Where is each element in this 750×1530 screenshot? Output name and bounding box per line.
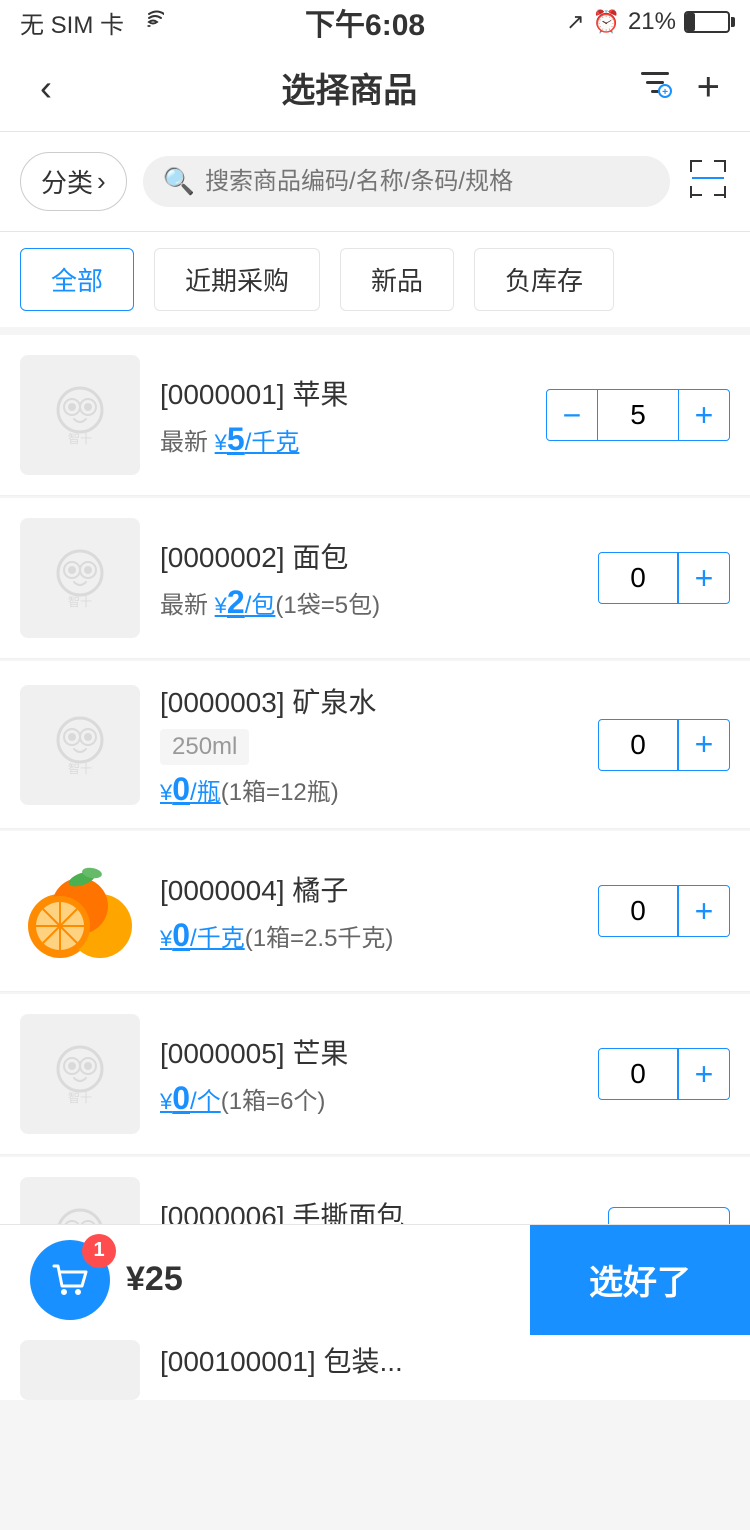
product-image: 智十 [20, 518, 140, 638]
svg-text:智十: 智十 [68, 594, 92, 609]
search-bar: 分类 › 🔍 [0, 132, 750, 232]
product-name: [0000001] 苹果 [160, 373, 526, 413]
product-image [20, 851, 140, 971]
svg-text:智十: 智十 [68, 431, 92, 446]
product-price: ¥0/瓶(1箱=12瓶) [160, 771, 578, 808]
owl-placeholder-icon: 智十 [40, 538, 120, 618]
product-price: 最新 ¥5/千克 [160, 421, 526, 458]
product-info: [0000005] 芒果 ¥0/个(1箱=6个) [160, 1032, 578, 1117]
quantity-control: + [598, 552, 730, 604]
cart-icon [48, 1258, 92, 1302]
product-info: [0000001] 苹果 最新 ¥5/千克 [160, 373, 526, 458]
list-item: 智十 [0000005] 芒果 ¥0/个(1箱=6个) + [0, 994, 750, 1155]
status-right: ↗ ⏰ 21% [566, 8, 730, 36]
category-arrow-icon: › [97, 166, 106, 197]
quantity-increase-button[interactable]: + [678, 719, 730, 771]
quantity-input[interactable] [598, 885, 678, 937]
alarm-icon: ⏰ [593, 9, 620, 35]
nav-bar: ‹ 选择商品 + + [0, 44, 750, 132]
product-info: [0000002] 面包 最新 ¥2/包(1袋=5包) [160, 536, 578, 621]
list-item: 智十 [0000002] 面包 最新 ¥2/包(1袋=5包) + [0, 498, 750, 659]
product-name: [000100001] 包装... [160, 1340, 730, 1380]
page-title: 选择商品 [281, 63, 417, 112]
status-bar: 无 SIM 卡 下午6:08 ↗ ⏰ 21% [0, 0, 750, 44]
confirm-button[interactable]: 选好了 [530, 1225, 750, 1335]
filter-tabs: 全部 近期采购 新品 负库存 [0, 232, 750, 335]
list-item: [0000004] 橘子 ¥0/千克(1箱=2.5千克) + [0, 831, 750, 992]
quantity-increase-button[interactable]: + [678, 389, 730, 441]
quantity-input[interactable] [598, 719, 678, 771]
cart-area: 1 ¥25 [0, 1240, 530, 1320]
quantity-control: + [598, 719, 730, 771]
tab-negative-stock[interactable]: 负库存 [474, 248, 614, 311]
list-item: 智十 [0000003] 矿泉水 250ml ¥0/瓶(1箱=12瓶) + [0, 661, 750, 829]
product-image: 智十 [20, 1014, 140, 1134]
cart-total: ¥25 [126, 1260, 183, 1299]
category-label: 分类 [41, 163, 93, 200]
quantity-input[interactable] [598, 1048, 678, 1100]
search-input[interactable] [205, 168, 650, 196]
scan-icon[interactable] [686, 156, 730, 208]
product-image: 智十 [20, 355, 140, 475]
product-image [20, 1340, 140, 1400]
svg-text:智十: 智十 [68, 761, 92, 776]
product-name: [0000005] 芒果 [160, 1032, 578, 1072]
quantity-control: + [598, 885, 730, 937]
product-name: [0000002] 面包 [160, 536, 578, 576]
bottom-bar: 1 ¥25 选好了 [0, 1224, 750, 1334]
svg-text:+: + [662, 87, 668, 98]
owl-placeholder-icon: 智十 [40, 375, 120, 455]
quantity-decrease-button[interactable]: − [546, 389, 598, 441]
search-icon: 🔍 [163, 166, 195, 197]
oranges-illustration [20, 851, 140, 971]
filter-icon[interactable]: + [637, 65, 673, 110]
product-info: [0000003] 矿泉水 250ml ¥0/瓶(1箱=12瓶) [160, 681, 578, 808]
battery-percent: 21% [628, 8, 676, 36]
product-price: 最新 ¥2/包(1袋=5包) [160, 584, 578, 621]
quantity-input[interactable] [598, 552, 678, 604]
search-input-wrap: 🔍 [143, 156, 670, 207]
product-info: [000100001] 包装... [160, 1340, 730, 1388]
nav-actions: + + [637, 65, 720, 110]
status-time: 下午6:08 [305, 0, 425, 44]
product-name: [0000003] 矿泉水 [160, 681, 578, 721]
quantity-increase-button[interactable]: + [678, 1048, 730, 1100]
quantity-control: − + [546, 389, 730, 441]
add-icon[interactable]: + [697, 65, 720, 110]
owl-placeholder-icon: 智十 [40, 705, 120, 785]
tab-new-product[interactable]: 新品 [340, 248, 454, 311]
cart-badge: 1 [82, 1234, 116, 1268]
product-image: 智十 [20, 685, 140, 805]
battery-icon [684, 11, 730, 33]
quantity-increase-button[interactable]: + [678, 885, 730, 937]
category-button[interactable]: 分类 › [20, 152, 127, 211]
wifi-icon [134, 8, 164, 37]
owl-placeholder-icon: 智十 [40, 1034, 120, 1114]
tab-all[interactable]: 全部 [20, 248, 134, 311]
product-spec: 250ml [160, 729, 249, 765]
product-price: ¥0/个(1箱=6个) [160, 1080, 578, 1117]
carrier-text: 无 SIM 卡 [20, 5, 124, 40]
status-left: 无 SIM 卡 [20, 5, 164, 40]
quantity-input[interactable] [598, 389, 678, 441]
back-button[interactable]: ‹ [30, 57, 62, 119]
svg-text:智十: 智十 [68, 1090, 92, 1105]
location-icon: ↗ [566, 9, 584, 35]
product-name: [0000004] 橘子 [160, 869, 578, 909]
product-price: ¥0/千克(1箱=2.5千克) [160, 917, 578, 954]
list-item: 智十 [0000001] 苹果 最新 ¥5/千克 − + [0, 335, 750, 496]
quantity-control: + [598, 1048, 730, 1100]
product-info: [0000004] 橘子 ¥0/千克(1箱=2.5千克) [160, 869, 578, 954]
tab-recent-purchase[interactable]: 近期采购 [154, 248, 320, 311]
cart-button[interactable]: 1 [30, 1240, 110, 1320]
quantity-increase-button[interactable]: + [678, 552, 730, 604]
